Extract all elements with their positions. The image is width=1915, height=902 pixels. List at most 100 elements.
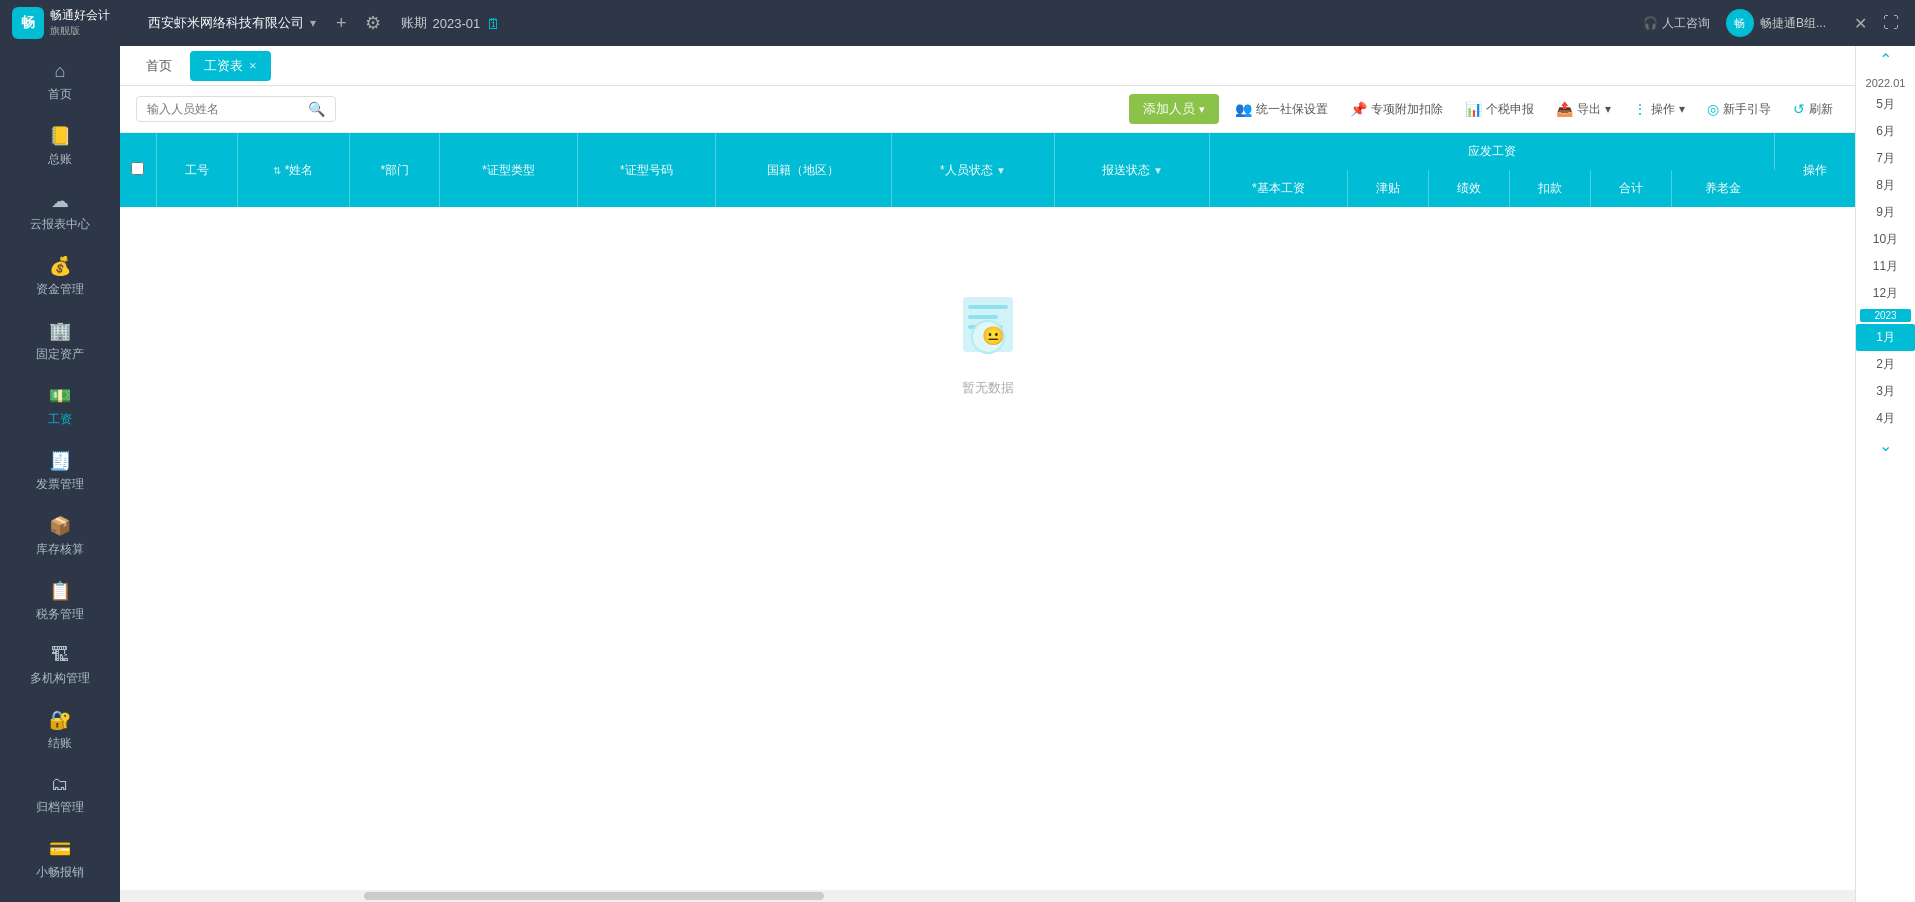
table-container: 工号 ⇅ *姓名 *部门 *证型类型 — [120, 133, 1855, 890]
calendar-up-button[interactable]: ⌃ — [1856, 46, 1915, 73]
sidebar-label-fixed-assets: 固定资产 — [36, 346, 84, 363]
col-header-name[interactable]: ⇅ *姓名 — [237, 133, 350, 207]
operations-chevron: ▾ — [1679, 102, 1685, 116]
cal-month-6[interactable]: 6月 — [1856, 118, 1915, 145]
sidebar-item-ledger[interactable]: 📒 总账 — [4, 115, 116, 178]
sidebar-label-inventory: 库存核算 — [36, 541, 84, 558]
cal-month-2023-1[interactable]: 1月 — [1856, 324, 1915, 351]
special-deduction-button[interactable]: 📌 专项附加扣除 — [1344, 97, 1449, 122]
sidebar-label-expense: 小畅报销 — [36, 864, 84, 881]
social-security-icon: 👥 — [1235, 101, 1252, 117]
search-box[interactable]: 🔍 — [136, 96, 336, 122]
empty-message: 暂无数据 — [962, 379, 1014, 397]
salary-table: 工号 ⇅ *姓名 *部门 *证型类型 — [120, 133, 1855, 207]
service-label: 人工咨询 — [1662, 15, 1710, 32]
col-header-ops: 操作 — [1775, 133, 1855, 207]
invoice-icon: 🧾 — [49, 450, 71, 472]
report-filter-icon: ▼ — [1153, 165, 1163, 176]
search-input[interactable] — [147, 102, 302, 116]
sidebar-item-cloud-report[interactable]: ☁ 云报表中心 — [4, 180, 116, 243]
guide-button[interactable]: ◎ 新手引导 — [1701, 97, 1777, 122]
add-person-button[interactable]: 添加人员 ▾ — [1129, 94, 1219, 124]
sidebar-label-home: 首页 — [48, 86, 72, 103]
sidebar-item-fixed-assets[interactable]: 🏢 固定资产 — [4, 310, 116, 373]
tab-salary-label: 工资表 — [204, 57, 243, 75]
col-header-checkbox[interactable] — [120, 133, 156, 207]
calendar-year-badge-2023: 2023 — [1860, 309, 1911, 322]
cal-month-7[interactable]: 7月 — [1856, 145, 1915, 172]
empty-state: 😐 暂无数据 — [120, 207, 1855, 477]
archive-icon: 🗂 — [51, 774, 69, 795]
sidebar-item-close-period[interactable]: 🔐 结账 — [4, 699, 116, 762]
add-company-button[interactable]: + — [332, 11, 351, 36]
cal-month-2023-4[interactable]: 4月 — [1856, 405, 1915, 432]
col-header-report-status[interactable]: 报送状态 ▼ — [1055, 133, 1210, 207]
col-header-id-type: *证型类型 — [440, 133, 578, 207]
col-sub-total: 合计 — [1590, 170, 1671, 207]
sidebar-item-settings[interactable]: ⚙ 基础设置 — [4, 893, 116, 902]
refresh-button[interactable]: ↺ 刷新 — [1787, 97, 1839, 122]
sidebar-item-home[interactable]: ⌂ 首页 — [4, 51, 116, 113]
tab-salary-close[interactable]: × — [249, 58, 257, 73]
col-sub-deduction: 扣款 — [1509, 170, 1590, 207]
export-icon: 📤 — [1556, 101, 1573, 117]
company-selector[interactable]: 西安虾米网络科技有限公司 ▾ — [148, 14, 316, 32]
logo-area: 畅 畅通好会计 旗舰版 — [12, 7, 132, 39]
tab-home[interactable]: 首页 — [132, 51, 186, 81]
col-header-status[interactable]: *人员状态 ▼ — [891, 133, 1055, 207]
sidebar-item-salary[interactable]: 💵 工资 — [4, 375, 116, 438]
personal-tax-label: 个税申报 — [1486, 101, 1534, 118]
cal-month-8[interactable]: 8月 — [1856, 172, 1915, 199]
sidebar-item-expense[interactable]: 💳 小畅报销 — [4, 828, 116, 891]
sidebar-item-fund[interactable]: 💰 资金管理 — [4, 245, 116, 308]
select-all-checkbox[interactable] — [131, 162, 144, 175]
table-header-row: 工号 ⇅ *姓名 *部门 *证型类型 — [120, 133, 1855, 170]
salary-icon: 💵 — [49, 385, 71, 407]
export-button[interactable]: 📤 导出 ▾ — [1550, 97, 1617, 122]
toolbar: 🔍 添加人员 ▾ 👥 统一社保设置 📌 专项附加扣除 📊 个税申报 — [120, 86, 1855, 133]
svg-rect-1 — [968, 305, 1008, 309]
sidebar-item-inventory[interactable]: 📦 库存核算 — [4, 505, 116, 568]
settings-button[interactable]: ⚙ — [361, 10, 385, 36]
cal-month-11[interactable]: 11月 — [1856, 253, 1915, 280]
period-label: 账期 — [401, 14, 427, 32]
period-calendar-icon[interactable]: 🗓 — [486, 15, 501, 32]
sidebar-item-invoice[interactable]: 🧾 发票管理 — [4, 440, 116, 503]
tab-salary[interactable]: 工资表 × — [190, 51, 271, 81]
sidebar-item-multi-org[interactable]: 🏗 多机构管理 — [4, 635, 116, 697]
personal-tax-button[interactable]: 📊 个税申报 — [1459, 97, 1540, 122]
close-window-button[interactable]: ✕ — [1850, 12, 1871, 35]
social-security-button[interactable]: 👥 统一社保设置 — [1229, 97, 1334, 122]
cal-month-5[interactable]: 5月 — [1856, 91, 1915, 118]
refresh-label: 刷新 — [1809, 101, 1833, 118]
service-button[interactable]: 🎧 人工咨询 — [1643, 15, 1710, 32]
calendar-down-button[interactable]: ⌄ — [1856, 432, 1915, 459]
cal-month-12[interactable]: 12月 — [1856, 280, 1915, 307]
app-edition: 旗舰版 — [50, 24, 110, 38]
top-bar-right: 🎧 人工咨询 畅 畅捷通B组... ✕ ⛶ — [1643, 9, 1903, 37]
col-sub-allowance: 津贴 — [1347, 170, 1428, 207]
cal-month-2023-2[interactable]: 2月 — [1856, 351, 1915, 378]
cal-month-2023-3[interactable]: 3月 — [1856, 378, 1915, 405]
status-filter-icon: ▼ — [996, 165, 1006, 176]
export-chevron: ▾ — [1605, 102, 1611, 116]
svg-rect-2 — [968, 315, 998, 319]
period-value: 2023-01 — [433, 16, 481, 31]
table-scrollbar[interactable] — [120, 890, 1855, 902]
col-header-nationality: 国籍（地区） — [715, 133, 891, 207]
cal-month-10[interactable]: 10月 — [1856, 226, 1915, 253]
scrollbar-thumb[interactable] — [364, 892, 824, 900]
app-logo-icon: 畅 — [12, 7, 44, 39]
cal-month-9[interactable]: 9月 — [1856, 199, 1915, 226]
user-info[interactable]: 畅 畅捷通B组... — [1726, 9, 1826, 37]
sidebar-item-tax[interactable]: 📋 税务管理 — [4, 570, 116, 633]
maximize-window-button[interactable]: ⛶ — [1879, 12, 1903, 34]
guide-btn-label: 新手引导 — [1723, 101, 1771, 118]
search-icon: 🔍 — [308, 101, 325, 117]
operations-button[interactable]: ⋮ 操作 ▾ — [1627, 97, 1691, 122]
col-header-id: 工号 — [156, 133, 237, 207]
sidebar-label-multi-org: 多机构管理 — [30, 670, 90, 687]
sidebar-item-archive[interactable]: 🗂 归档管理 — [4, 764, 116, 826]
col-sub-performance: 绩效 — [1428, 170, 1509, 207]
calendar-month-list-2023: 1月 2月 3月 4月 — [1856, 324, 1915, 432]
